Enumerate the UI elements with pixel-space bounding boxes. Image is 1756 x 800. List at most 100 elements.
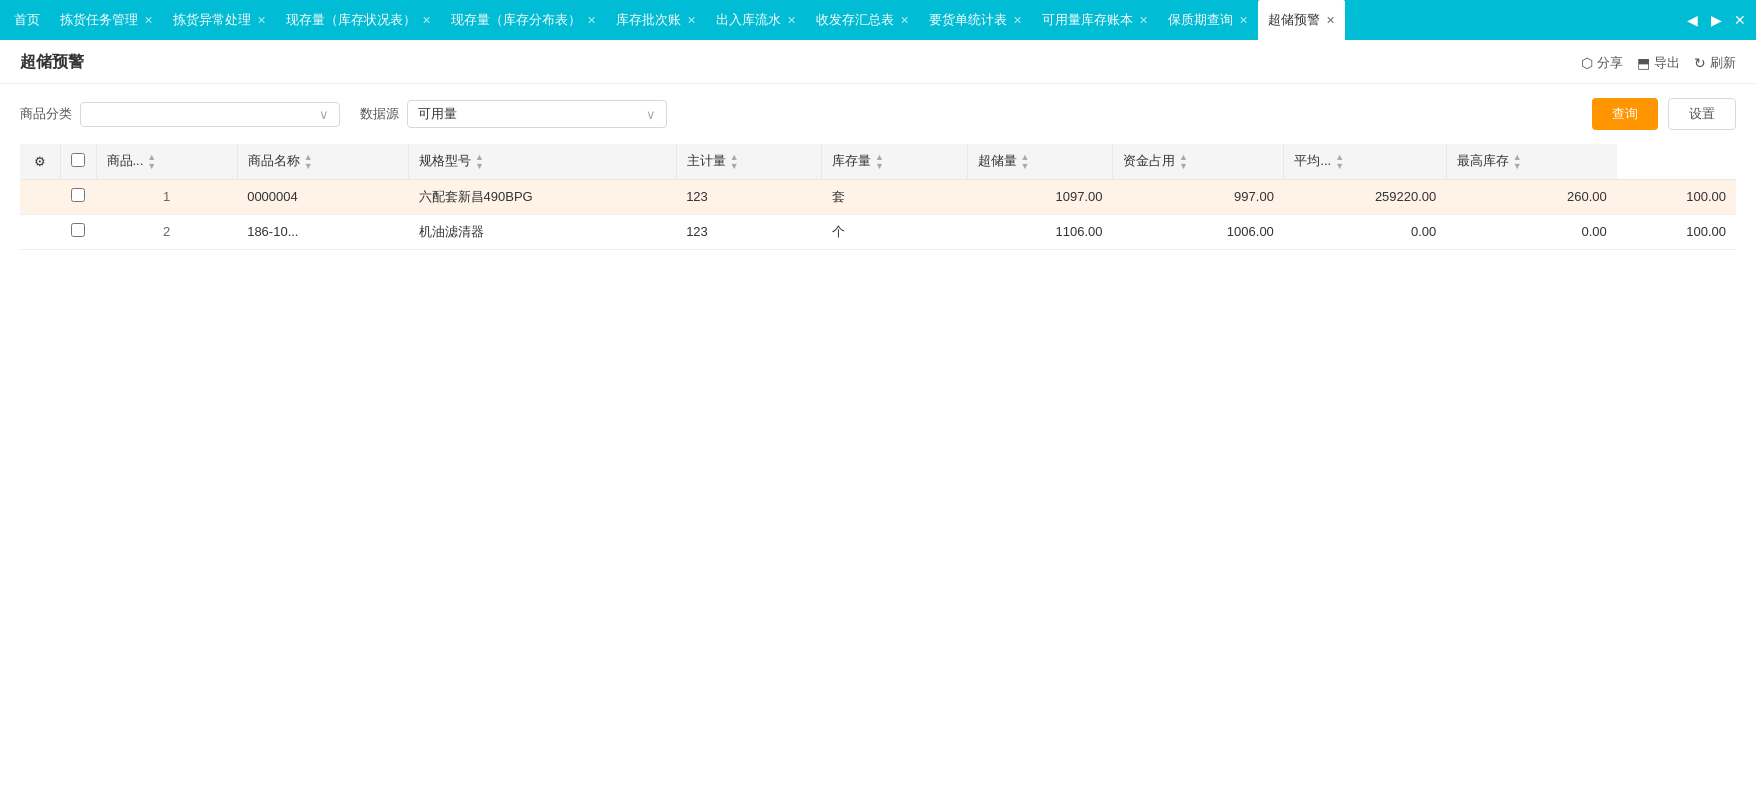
- share-icon: ⬡: [1581, 55, 1593, 71]
- column-header-spec[interactable]: 规格型号▲▼: [409, 144, 677, 179]
- filter-action-buttons: 查询 设置: [1592, 98, 1736, 130]
- column-header-gear[interactable]: ⚙: [20, 144, 60, 179]
- sort-icon-capital: ▲▼: [1179, 153, 1188, 171]
- tab-close-icon[interactable]: ✕: [587, 14, 596, 27]
- nav-tab-4[interactable]: 现存量（库存分布表）✕: [441, 0, 606, 40]
- top-navigation: 首页拣货任务管理✕拣货异常处理✕现存量（库存状况表）✕现存量（库存分布表）✕库存…: [0, 0, 1756, 40]
- category-filter: 商品分类 ∨: [20, 102, 340, 127]
- row-index-0: 1: [96, 179, 237, 214]
- header-actions: ⬡ 分享 ⬒ 导出 ↻ 刷新: [1581, 54, 1736, 72]
- row-name-1: 机油滤清器: [409, 214, 677, 249]
- nav-tab-5[interactable]: 库存批次账✕: [606, 0, 706, 40]
- settings-button[interactable]: 设置: [1668, 98, 1736, 130]
- row-unit-1: 个: [822, 214, 967, 249]
- column-header-code[interactable]: 商品...▲▼: [96, 144, 237, 179]
- page-title: 超储预警: [20, 52, 84, 73]
- tab-close-icon[interactable]: ✕: [257, 14, 266, 27]
- row-overstock-1: 1006.00: [1112, 214, 1283, 249]
- tab-close-icon[interactable]: ✕: [687, 14, 696, 27]
- filter-bar: 商品分类 ∨ 数据源 可用量 ∨ 查询 设置: [0, 84, 1756, 144]
- table-row: 1 0000004 六配套新昌490BPG 123 套 1097.00 997.…: [20, 179, 1736, 214]
- row-checkbox-0[interactable]: [71, 188, 85, 202]
- share-button[interactable]: ⬡ 分享: [1581, 54, 1623, 72]
- nav-tab-7[interactable]: 收发存汇总表✕: [806, 0, 919, 40]
- row-code-0: 0000004: [237, 179, 408, 214]
- row-capital-0: 259220.00: [1284, 179, 1446, 214]
- datasource-filter: 数据源 可用量 ∨: [360, 100, 667, 128]
- row-unit-0: 套: [822, 179, 967, 214]
- page-header: 超储预警 ⬡ 分享 ⬒ 导出 ↻ 刷新: [0, 40, 1756, 84]
- nav-tab-0[interactable]: 首页: [4, 0, 50, 40]
- refresh-icon: ↻: [1694, 55, 1706, 71]
- data-table: ⚙ 商品...▲▼ 商品名称▲▼ 规格型号▲▼ 主计量▲▼ 库: [20, 144, 1736, 250]
- table-row: 2 186-10... 机油滤清器 123 个 1106.00 1006.00 …: [20, 214, 1736, 249]
- row-avg-0: 260.00: [1446, 179, 1616, 214]
- query-button[interactable]: 查询: [1592, 98, 1658, 130]
- column-header-unit[interactable]: 主计量▲▼: [676, 144, 821, 179]
- row-avg-1: 0.00: [1446, 214, 1616, 249]
- row-index-1: 2: [96, 214, 237, 249]
- sort-icon-name: ▲▼: [304, 153, 313, 171]
- tab-close-icon[interactable]: ✕: [144, 14, 153, 27]
- nav-tab-8[interactable]: 要货单统计表✕: [919, 0, 1032, 40]
- sort-icon-spec: ▲▼: [475, 153, 484, 171]
- tab-close-icon[interactable]: ✕: [1013, 14, 1022, 27]
- row-code-1: 186-10...: [237, 214, 408, 249]
- export-icon: ⬒: [1637, 55, 1650, 71]
- column-header-checkbox[interactable]: [60, 144, 96, 179]
- column-header-maxstock[interactable]: 最高库存▲▼: [1446, 144, 1616, 179]
- column-header-avg[interactable]: 平均...▲▼: [1284, 144, 1446, 179]
- row-gear-cell: [20, 214, 60, 249]
- sort-icon-avg: ▲▼: [1335, 153, 1344, 171]
- tab-close-icon[interactable]: ✕: [1326, 14, 1335, 27]
- category-select[interactable]: ∨: [80, 102, 340, 127]
- nav-tab-11[interactable]: 超储预警✕: [1258, 0, 1345, 40]
- tab-close-icon[interactable]: ✕: [1239, 14, 1248, 27]
- nav-close-button[interactable]: ✕: [1728, 0, 1752, 40]
- row-maxstock-0: 100.00: [1617, 179, 1736, 214]
- sort-icon-unit: ▲▼: [730, 153, 739, 171]
- row-checkbox-cell[interactable]: [60, 214, 96, 249]
- table-header-row: ⚙ 商品...▲▼ 商品名称▲▼ 规格型号▲▼ 主计量▲▼ 库: [20, 144, 1736, 179]
- category-chevron-icon: ∨: [319, 107, 329, 122]
- sort-icon-overstock: ▲▼: [1021, 153, 1030, 171]
- nav-tab-2[interactable]: 拣货异常处理✕: [163, 0, 276, 40]
- tab-close-icon[interactable]: ✕: [422, 14, 431, 27]
- datasource-chevron-icon: ∨: [646, 107, 656, 122]
- row-spec-1: 123: [676, 214, 821, 249]
- category-label: 商品分类: [20, 105, 72, 123]
- tab-close-icon[interactable]: ✕: [787, 14, 796, 27]
- row-spec-0: 123: [676, 179, 821, 214]
- row-stock-0: 1097.00: [967, 179, 1112, 214]
- datasource-value: 可用量: [418, 105, 457, 123]
- row-gear-cell: [20, 179, 60, 214]
- row-overstock-0: 997.00: [1112, 179, 1283, 214]
- nav-next-button[interactable]: ▶: [1704, 0, 1728, 40]
- gear-icon: ⚙: [34, 154, 46, 169]
- column-header-stock[interactable]: 库存量▲▼: [822, 144, 967, 179]
- sort-icon-stock: ▲▼: [875, 153, 884, 171]
- row-checkbox-cell[interactable]: [60, 179, 96, 214]
- datasource-label: 数据源: [360, 105, 399, 123]
- nav-tab-9[interactable]: 可用量库存账本✕: [1032, 0, 1158, 40]
- nav-tab-3[interactable]: 现存量（库存状况表）✕: [276, 0, 441, 40]
- sort-icon-maxstock: ▲▼: [1513, 153, 1522, 171]
- data-table-container: ⚙ 商品...▲▼ 商品名称▲▼ 规格型号▲▼ 主计量▲▼ 库: [0, 144, 1756, 250]
- column-header-name[interactable]: 商品名称▲▼: [237, 144, 408, 179]
- row-maxstock-1: 100.00: [1617, 214, 1736, 249]
- select-all-checkbox[interactable]: [71, 153, 85, 167]
- tab-close-icon[interactable]: ✕: [900, 14, 909, 27]
- nav-tab-10[interactable]: 保质期查询✕: [1158, 0, 1258, 40]
- nav-tab-1[interactable]: 拣货任务管理✕: [50, 0, 163, 40]
- row-capital-1: 0.00: [1284, 214, 1446, 249]
- datasource-select[interactable]: 可用量 ∨: [407, 100, 667, 128]
- row-name-0: 六配套新昌490BPG: [409, 179, 677, 214]
- nav-tab-6[interactable]: 出入库流水✕: [706, 0, 806, 40]
- column-header-overstock[interactable]: 超储量▲▼: [967, 144, 1112, 179]
- tab-close-icon[interactable]: ✕: [1139, 14, 1148, 27]
- column-header-capital[interactable]: 资金占用▲▼: [1112, 144, 1283, 179]
- export-button[interactable]: ⬒ 导出: [1637, 54, 1680, 72]
- row-checkbox-1[interactable]: [71, 223, 85, 237]
- nav-prev-button[interactable]: ◀: [1680, 0, 1704, 40]
- refresh-button[interactable]: ↻ 刷新: [1694, 54, 1736, 72]
